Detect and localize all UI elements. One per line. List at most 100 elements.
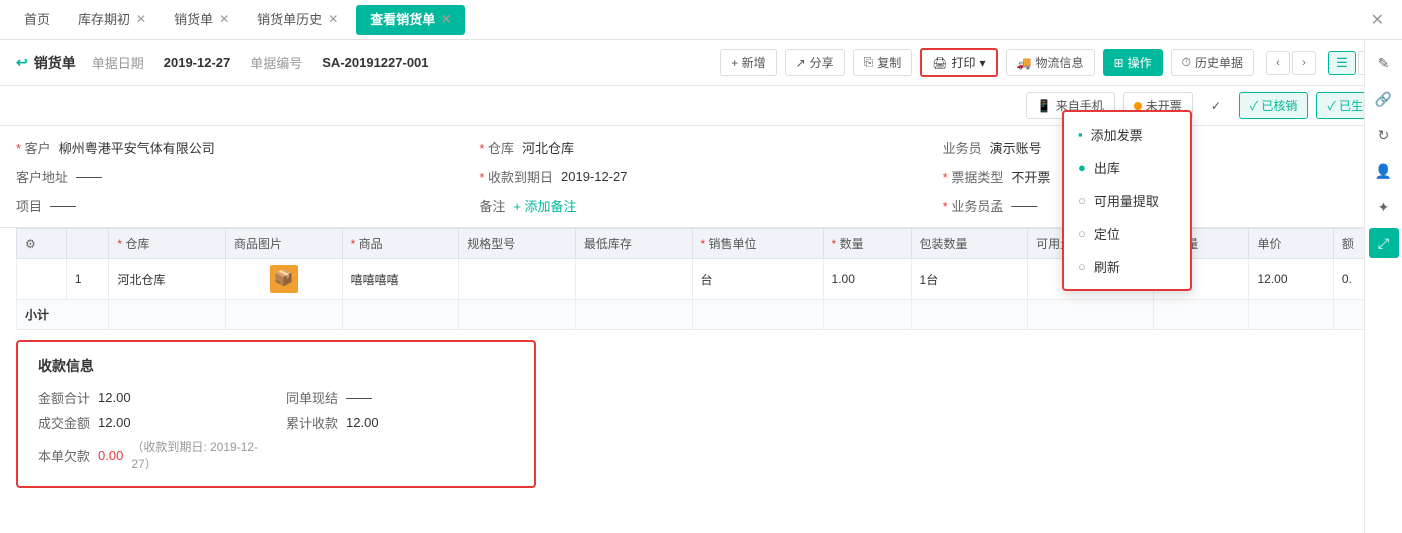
col-rownum	[66, 229, 109, 259]
mobile-icon: 📱	[1037, 99, 1052, 113]
transaction-amount-row: 成交金额 12.00	[38, 413, 266, 432]
project-row: 项目 ——	[16, 196, 459, 215]
right-sidebar: ✎ 🔗 ↻ 👤 ✦ ⤢	[1364, 40, 1402, 533]
summary-title: 收款信息	[38, 356, 514, 376]
dropdown-refresh[interactable]: ○ 刷新	[1064, 250, 1190, 283]
sidebar-edit-icon[interactable]: ✎	[1369, 48, 1399, 78]
remark-label: 备注	[479, 196, 505, 215]
dropdown-locate[interactable]: ○ 定位	[1064, 217, 1190, 250]
close-all-tabs[interactable]: ✕	[1363, 10, 1392, 30]
warehouse-label: 仓库	[479, 138, 514, 157]
outbound-label: 出库	[1094, 158, 1120, 177]
settings-gear-icon: ⚙	[25, 237, 36, 251]
doc-title: ↩ 销货单	[16, 53, 76, 73]
add-invoice-label: 添加发票	[1091, 125, 1143, 144]
address-row: 客户地址 ——	[16, 167, 459, 186]
same-order-row: 同单现结 ——	[286, 388, 514, 407]
dropdown-add-invoice[interactable]: ▪ 添加发票	[1064, 118, 1190, 151]
row-product-img: 📦	[225, 259, 342, 300]
same-order-label: 同单现结	[286, 388, 338, 407]
sidebar-user-icon[interactable]: 👤	[1369, 156, 1399, 186]
invoice-type-label: 票据类型	[943, 167, 1004, 186]
main-content: ↩ 销货单 单据日期 2019-12-27 单据编号 SA-20191227-0…	[0, 40, 1402, 533]
current-arrears-value: 0.00	[98, 448, 123, 463]
subtotal-stock	[1154, 300, 1249, 330]
col-pack-qty: 包装数量	[911, 229, 1028, 259]
logistics-button[interactable]: 🚚 物流信息	[1006, 49, 1095, 76]
nav-prev-button[interactable]: ‹	[1266, 51, 1290, 75]
share-button[interactable]: ↗ 分享	[785, 49, 845, 76]
history-button[interactable]: ⏱ 历史单据	[1171, 49, 1254, 76]
print-icon: 🖨	[932, 56, 947, 70]
operate-button[interactable]: ⊞ 操作	[1103, 49, 1163, 76]
total-amount-label: 金额合计	[38, 388, 90, 407]
total-amount-row: 金额合计 12.00	[38, 388, 266, 407]
view-list-button[interactable]: ☰	[1328, 51, 1356, 75]
tab-sales-order[interactable]: 销货单 ✕	[160, 0, 243, 40]
subtotal-min-stock	[575, 300, 692, 330]
subtotal-unit	[692, 300, 823, 330]
payment-date-value: 2019-12-27	[561, 169, 923, 184]
transaction-amount-value: 12.00	[98, 415, 131, 430]
cumulative-payment-label: 累计收款	[286, 413, 338, 432]
row-num: 1	[66, 259, 109, 300]
col-unit-price: 单价	[1249, 229, 1333, 259]
sidebar-expand-icon[interactable]: ⤢	[1369, 228, 1399, 258]
tab-sales-order-history[interactable]: 销货单历史 ✕	[243, 0, 352, 40]
nav-next-button[interactable]: ›	[1292, 51, 1316, 75]
col-quantity: 数量	[823, 229, 911, 259]
already-voided-button[interactable]: ✓ 已核销	[1239, 92, 1309, 119]
dropdown-available-pickup[interactable]: ○ 可用量提取	[1064, 184, 1190, 217]
subtotal-pack	[911, 300, 1028, 330]
col-spec: 规格型号	[459, 229, 576, 259]
date-value: 2019-12-27	[164, 55, 231, 70]
cumulative-payment-row: 累计收款 12.00	[286, 413, 514, 432]
subtotal-product	[342, 300, 459, 330]
print-button[interactable]: 🖨 打印 ▾	[920, 48, 997, 77]
doc-title-text: 销货单	[34, 53, 76, 73]
doc-header: ↩ 销货单 单据日期 2019-12-27 单据编号 SA-20191227-0…	[0, 40, 1402, 86]
new-button[interactable]: + 新增	[720, 49, 776, 76]
cumulative-payment-value: 12.00	[346, 415, 379, 430]
copy-button[interactable]: ⎘ 复制	[853, 49, 913, 76]
tab-home[interactable]: 首页	[10, 0, 64, 40]
refresh-icon: ○	[1078, 259, 1086, 274]
warehouse-value: 河北仓库	[522, 138, 923, 157]
close-tab-sales-order[interactable]: ✕	[219, 12, 229, 26]
subtotal-price	[1249, 300, 1333, 330]
payment-date-label: 收款到期日	[479, 167, 553, 186]
subtotal-available	[1028, 300, 1154, 330]
col-settings[interactable]: ⚙	[17, 229, 67, 259]
row-pack-qty: 1台	[911, 259, 1028, 300]
print-dropdown-arrow: ▾	[980, 56, 986, 70]
number-value: SA-20191227-001	[322, 55, 428, 70]
summary-grid: 金额合计 12.00 同单现结 —— 成交金额 12.00 累计收款 12.00…	[38, 388, 514, 472]
locate-icon: ○	[1078, 226, 1086, 241]
address-value: ——	[76, 169, 459, 184]
sidebar-star-icon[interactable]: ✦	[1369, 192, 1399, 222]
customer-row: 客户 柳州粤港平安气体有限公司	[16, 138, 459, 157]
total-amount-value: 12.00	[98, 390, 131, 405]
subtotal-img	[225, 300, 342, 330]
warehouse-row: 仓库 河北仓库	[479, 138, 922, 157]
col-product-img: 商品图片	[225, 229, 342, 259]
close-tab-inventory-init[interactable]: ✕	[136, 12, 146, 26]
sidebar-link-icon[interactable]: 🔗	[1369, 84, 1399, 114]
current-arrears-row: 本单欠款 0.00 （收款到期日: 2019-12-27）	[38, 438, 266, 472]
add-remark-button[interactable]: + 添加备注	[513, 196, 922, 215]
address-label: 客户地址	[16, 167, 68, 186]
sidebar-history-icon[interactable]: ↻	[1369, 120, 1399, 150]
project-value: ——	[50, 198, 459, 213]
tab-inventory-init[interactable]: 库存期初 ✕	[64, 0, 160, 40]
close-tab-sales-order-history[interactable]: ✕	[328, 12, 338, 26]
tab-view-sales-order[interactable]: 查看销货单 ✕	[356, 5, 465, 35]
subtotal-spec	[459, 300, 576, 330]
share-icon: ↗	[796, 56, 806, 70]
close-tab-view-sales-order[interactable]: ✕	[441, 12, 451, 26]
dropdown-outbound[interactable]: ● 出库	[1064, 151, 1190, 184]
row-spec	[459, 259, 576, 300]
doc-title-area: ↩ 销货单 单据日期 2019-12-27 单据编号 SA-20191227-0…	[16, 53, 720, 73]
row-product: 嘻嘻嘻嘻	[342, 259, 459, 300]
customer-value: 柳州粤港平安气体有限公司	[59, 138, 460, 157]
row-unit-price: 12.00	[1249, 259, 1333, 300]
